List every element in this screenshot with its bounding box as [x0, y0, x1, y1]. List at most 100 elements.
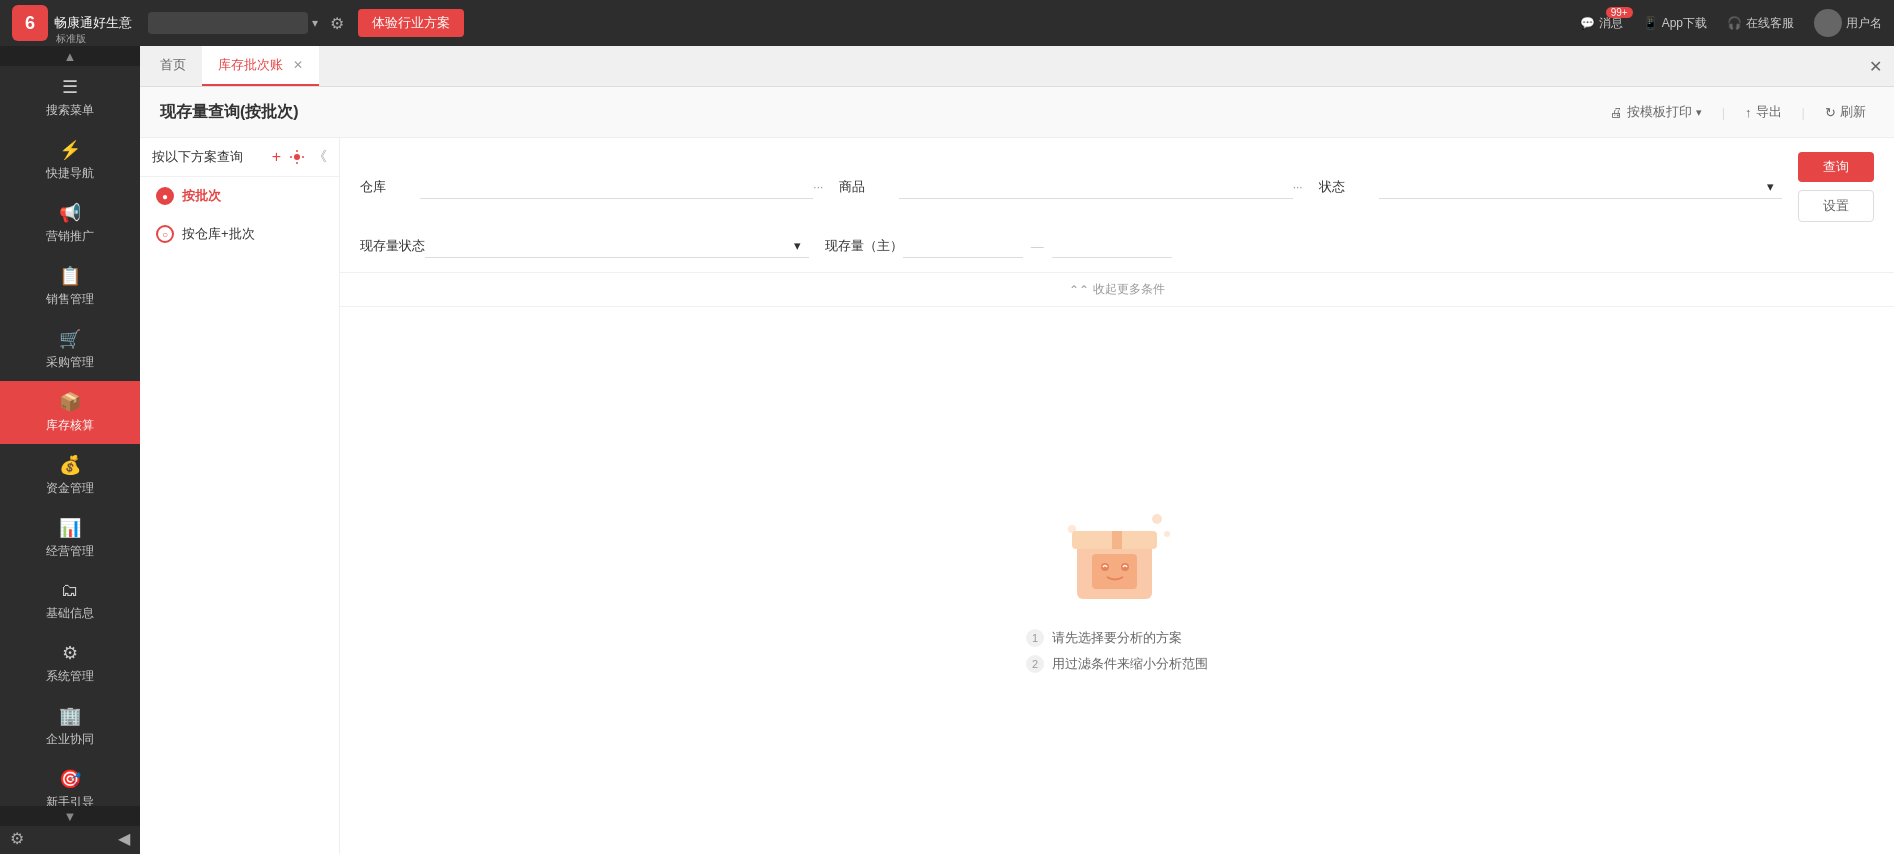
phone-icon: 📱 [1643, 16, 1658, 30]
product-input[interactable] [899, 175, 1292, 199]
sidebar-scroll-down[interactable]: ▼ [0, 806, 140, 826]
sidebar-item-finance[interactable]: 💰 资金管理 [0, 444, 140, 507]
product-filter: 商品 ··· [839, 175, 1302, 199]
tab-panel-close-btn[interactable]: ✕ [1861, 49, 1890, 84]
sidebar-item-marketing[interactable]: 📢 营销推广 [0, 192, 140, 255]
left-panel-actions: + 《 [272, 148, 327, 166]
main-layout: ▲ ☰ 搜索菜单 ⚡ 快捷导航 📢 营销推广 📋 销售管理 🛒 采购管理 📦 库… [0, 46, 1894, 854]
collapse-left-panel-icon[interactable]: 《 [313, 148, 327, 166]
sidebar: ▲ ☰ 搜索菜单 ⚡ 快捷导航 📢 营销推广 📋 销售管理 🛒 采购管理 📦 库… [0, 46, 140, 854]
experience-btn[interactable]: 体验行业方案 [358, 9, 464, 37]
add-plan-btn[interactable]: + [272, 148, 281, 166]
divider1: | [1722, 105, 1725, 120]
sales-icon: 📋 [59, 265, 81, 287]
sidebar-item-purchase[interactable]: 🛒 采购管理 [0, 318, 140, 381]
sidebar-item-enterprise[interactable]: 🏢 企业协同 [0, 695, 140, 758]
empty-tip-1: 1 请先选择要分析的方案 [1026, 629, 1208, 647]
right-panel: 仓库 ··· 商品 ··· [340, 138, 1894, 854]
status-dropdown[interactable]: ▾ [1379, 175, 1782, 199]
svg-rect-4 [1092, 554, 1137, 589]
sidebar-item-inventory[interactable]: 📦 库存核算 [0, 381, 140, 444]
empty-state: 1 请先选择要分析的方案 2 用过滤条件来缩小分析范围 [340, 307, 1894, 854]
settings-btn[interactable]: 设置 [1798, 190, 1874, 222]
filter-area: 仓库 ··· 商品 ··· [340, 138, 1894, 273]
status-filter: 状态 ▾ [1319, 175, 1782, 199]
page-title: 现存量查询(按批次) [160, 102, 299, 123]
logo: 6 [12, 5, 48, 41]
svg-point-8 [1164, 531, 1170, 537]
stock-status-label: 现存量状态 [360, 237, 425, 255]
tab-close-icon[interactable]: ✕ [293, 58, 303, 72]
stock-status-dropdown[interactable]: ▾ [425, 234, 809, 258]
plan-item-by-batch[interactable]: ● 按批次 [140, 177, 339, 215]
warehouse-more-btn[interactable]: ··· [813, 180, 823, 194]
refresh-icon: ↻ [1825, 105, 1836, 120]
refresh-btn[interactable]: ↻ 刷新 [1817, 99, 1874, 125]
messages-badge: 99+ [1606, 7, 1633, 18]
collapse-up-icon: ⌃⌃ [1069, 283, 1089, 297]
tip-number-2: 2 [1026, 655, 1044, 673]
online-service-btn[interactable]: 🎧 在线客服 [1727, 15, 1794, 32]
purchase-icon: 🛒 [59, 328, 81, 350]
plan-inactive-icon: ○ [156, 225, 174, 243]
two-panel: 按以下方案查询 + 《 ● 按批次 [140, 138, 1894, 854]
stock-quantity-max-input[interactable] [1052, 234, 1172, 258]
svg-rect-3 [1112, 531, 1122, 549]
plan-item-by-warehouse-batch[interactable]: ○ 按仓库+批次 [140, 215, 339, 253]
warehouse-label: 仓库 [360, 178, 420, 196]
stock-quantity-min-input[interactable] [903, 234, 1023, 258]
status-dropdown-icon: ▾ [1767, 179, 1774, 194]
marketing-icon: 📢 [59, 202, 81, 224]
plan-active-icon: ● [156, 187, 174, 205]
messages-btn[interactable]: 💬 消息 99+ [1580, 15, 1623, 32]
left-panel: 按以下方案查询 + 《 ● 按批次 [140, 138, 340, 854]
plan-settings-btn[interactable] [289, 149, 305, 165]
page-header: 现存量查询(按批次) 🖨 按模板打印 ▾ | ↑ 导出 | ↻ [140, 87, 1894, 138]
quantity-separator: — [1023, 239, 1052, 254]
page-content: 现存量查询(按批次) 🖨 按模板打印 ▾ | ↑ 导出 | ↻ [140, 87, 1894, 854]
print-dropdown-icon[interactable]: ▾ [1696, 106, 1702, 119]
left-panel-header: 按以下方案查询 + 《 [140, 138, 339, 177]
avatar [1814, 9, 1842, 37]
stock-status-dropdown-icon: ▾ [794, 238, 801, 253]
print-template-btn[interactable]: 🖨 按模板打印 ▾ [1602, 99, 1710, 125]
app-download-btn[interactable]: 📱 App下载 [1643, 15, 1707, 32]
divider2: | [1802, 105, 1805, 120]
inventory-icon: 📦 [59, 391, 81, 413]
edition-label: 标准版 [56, 32, 86, 46]
filter-row-2: 现存量状态 ▾ 现存量（主） — [360, 234, 1874, 258]
system-icon: ⚙ [62, 642, 78, 664]
user-avatar[interactable]: 用户名 [1814, 9, 1882, 37]
product-more-btn[interactable]: ··· [1293, 180, 1303, 194]
settings-bottom-icon[interactable]: ⚙ [10, 829, 24, 848]
export-icon: ↑ [1745, 105, 1752, 120]
gear-icon[interactable]: ⚙ [330, 14, 344, 33]
sidebar-item-sales[interactable]: 📋 销售管理 [0, 255, 140, 318]
sidebar-bottom: ⚙ ◀ [0, 822, 140, 854]
newbie-icon: 🎯 [59, 768, 81, 790]
empty-illustration [1057, 489, 1177, 609]
svg-point-6 [1121, 563, 1129, 571]
tab-inventory-batch[interactable]: 库存批次账 ✕ [202, 46, 319, 86]
sidebar-item-basic[interactable]: 🗂 基础信息 [0, 570, 140, 632]
collapse-sidebar-icon[interactable]: ◀ [118, 829, 130, 848]
warehouse-input[interactable] [420, 175, 813, 199]
print-icon: 🖨 [1610, 105, 1623, 120]
export-btn[interactable]: ↑ 导出 [1737, 99, 1790, 125]
tab-home[interactable]: 首页 [144, 46, 202, 86]
topbar: 6 畅康通好生意 标准版 ▾ ⚙ 体验行业方案 💬 消息 99+ 📱 App下载… [0, 0, 1894, 46]
message-icon: 💬 [1580, 16, 1595, 30]
quick-nav-icon: ⚡ [59, 139, 81, 161]
collapse-bar[interactable]: ⌃⌃ 收起更多条件 [340, 273, 1894, 307]
search-dropdown-icon[interactable]: ▾ [312, 16, 318, 30]
page-actions: 🖨 按模板打印 ▾ | ↑ 导出 | ↻ 刷新 [1602, 99, 1874, 125]
sidebar-item-operations[interactable]: 📊 经营管理 [0, 507, 140, 570]
sidebar-item-quick-nav[interactable]: ⚡ 快捷导航 [0, 129, 140, 192]
search-input[interactable] [148, 12, 308, 34]
finance-icon: 💰 [59, 454, 81, 476]
sidebar-item-system[interactable]: ⚙ 系统管理 [0, 632, 140, 695]
sidebar-scroll-up[interactable]: ▲ [0, 46, 140, 66]
sidebar-item-search-menu[interactable]: ☰ 搜索菜单 [0, 66, 140, 129]
query-btn[interactable]: 查询 [1798, 152, 1874, 182]
enterprise-icon: 🏢 [59, 705, 81, 727]
